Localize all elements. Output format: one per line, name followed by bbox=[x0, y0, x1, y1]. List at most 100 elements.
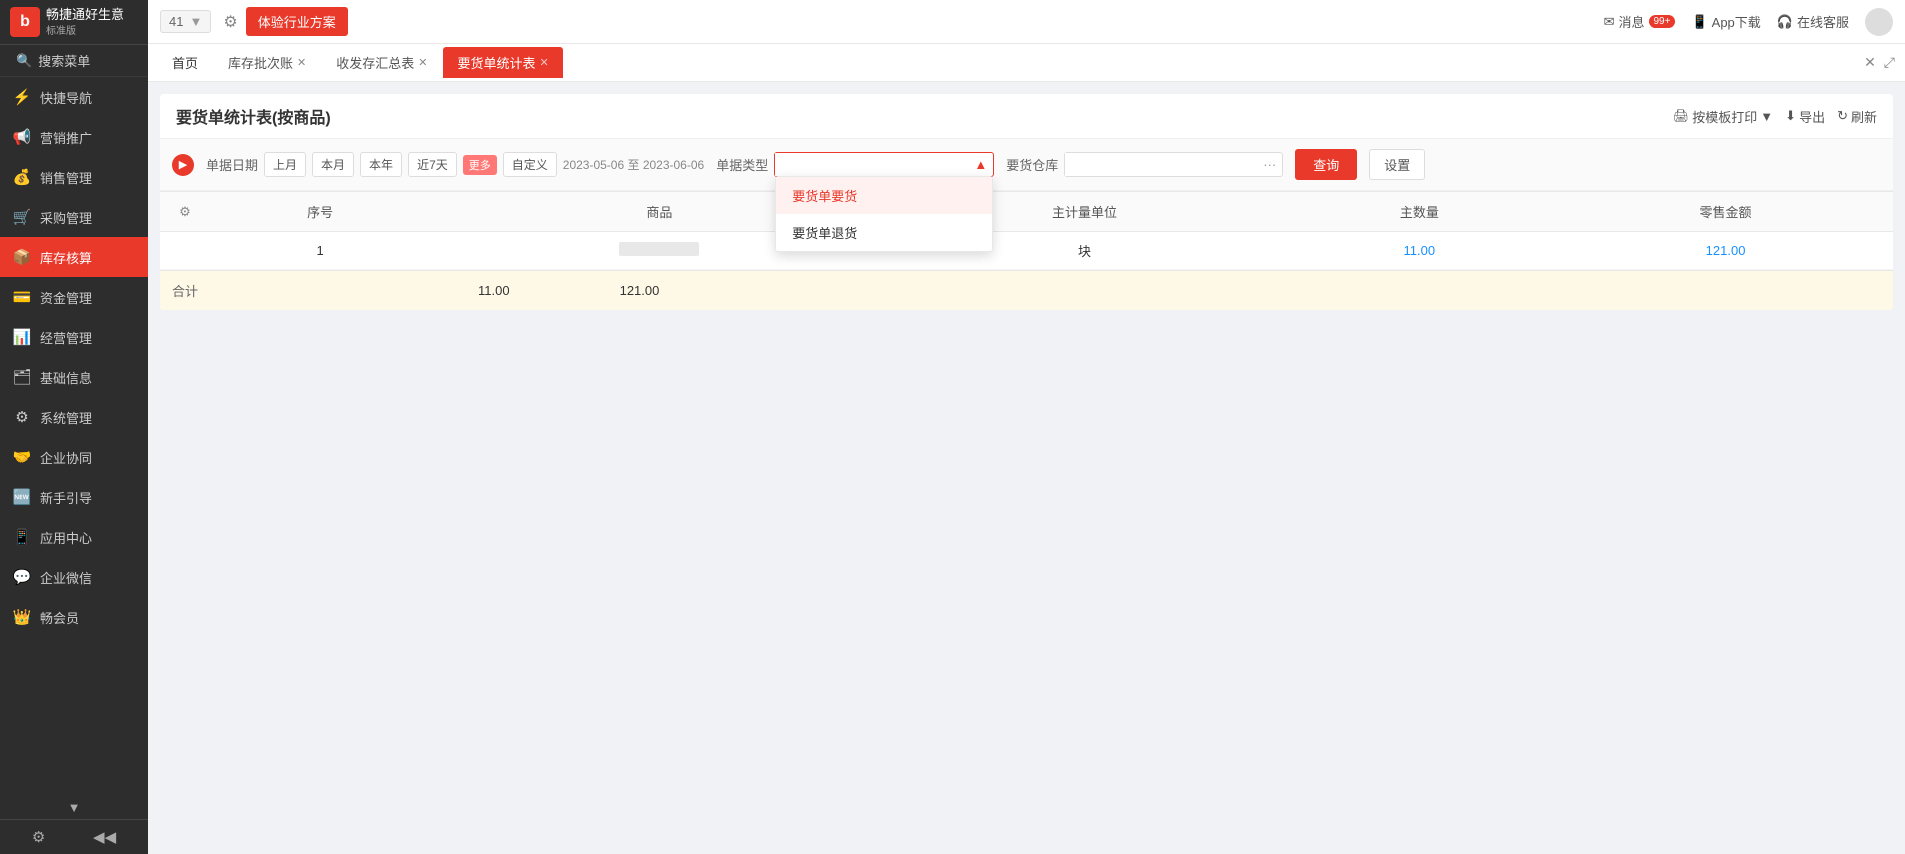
date-custom-btn[interactable]: 自定义 bbox=[503, 152, 557, 177]
type-dropdown[interactable]: ▲ 要货单要货 要货单退货 bbox=[774, 152, 994, 177]
quick-nav-icon: ⚡ bbox=[12, 87, 32, 107]
type-filter-group: 单据类型 ▲ 要货单要货 要货单退货 bbox=[716, 152, 994, 177]
sidebar-item-purchase[interactable]: 🛒 采购管理 bbox=[0, 197, 148, 237]
sidebar-item-member[interactable]: 👑 畅会员 bbox=[0, 597, 148, 637]
close-receive-summary-tab[interactable]: ✕ bbox=[418, 56, 427, 69]
export-icon: ⬇ bbox=[1785, 108, 1796, 124]
footer-qty: 11.00 bbox=[478, 283, 510, 298]
app-download-btn[interactable]: 📱 App下载 bbox=[1691, 12, 1760, 31]
type-option-order-return[interactable]: 要货单退货 bbox=[776, 214, 992, 251]
header-right: ✉ 消息 99+ 📱 App下载 🎧 在线客服 bbox=[1604, 8, 1893, 36]
top-header: 41 ▼ ⚙ 体验行业方案 ✉ 消息 99+ 📱 App下载 🎧 在线客服 bbox=[148, 0, 1905, 44]
footer-label: 合计 bbox=[172, 281, 198, 300]
sidebar-item-guide[interactable]: 🆕 新手引导 bbox=[0, 477, 148, 517]
tab-receive-summary[interactable]: 收发存汇总表 ✕ bbox=[322, 47, 441, 78]
filter-expand-btn[interactable]: ▶ bbox=[172, 154, 194, 176]
header-settings-icon[interactable]: ⚙ bbox=[223, 12, 237, 32]
online-service-btn[interactable]: 🎧 在线客服 bbox=[1777, 12, 1849, 31]
tab-inventory-batch[interactable]: 库存批次账 ✕ bbox=[214, 47, 320, 78]
sidebar-item-marketing[interactable]: 📢 营销推广 bbox=[0, 117, 148, 157]
date-this-month-btn[interactable]: 本月 bbox=[312, 152, 354, 177]
logo-name: 畅捷通好生意 bbox=[46, 7, 124, 23]
date-label: 单据日期 bbox=[206, 155, 258, 174]
data-table: ⚙ 序号 商品 主计量单位 主数量 零售金额 1 bbox=[160, 191, 1893, 270]
settings-button[interactable]: 设置 bbox=[1369, 149, 1425, 180]
sidebar-search[interactable]: 🔍 搜索菜单 bbox=[0, 45, 148, 77]
tab-home[interactable]: 首页 bbox=[158, 47, 212, 78]
message-icon: ✉ bbox=[1604, 14, 1615, 30]
page-body: 要货单统计表(按商品) 🖨 按模板打印 ▼ ⬇ 导出 ↻ 刷新 bbox=[148, 82, 1905, 854]
page-title: 要货单统计表(按商品) bbox=[176, 104, 331, 128]
sidebar-item-collab[interactable]: 🤝 企业协同 bbox=[0, 437, 148, 477]
sidebar-item-wechat[interactable]: 💬 企业微信 bbox=[0, 557, 148, 597]
product-name-placeholder bbox=[619, 242, 699, 256]
sales-icon: 💰 bbox=[12, 167, 32, 187]
warehouse-input[interactable] bbox=[1065, 153, 1257, 176]
basic-icon: 🗂 bbox=[12, 367, 32, 387]
table-settings-icon[interactable]: ⚙ bbox=[179, 204, 191, 219]
sidebar-settings-btn[interactable]: ⚙ bbox=[32, 828, 45, 846]
row-qty-cell: 11.00 bbox=[1281, 232, 1559, 270]
sidebar-item-appstore[interactable]: 📱 应用中心 bbox=[0, 517, 148, 557]
sidebar-item-ops[interactable]: 📊 经营管理 bbox=[0, 317, 148, 357]
close-inventory-batch-tab[interactable]: ✕ bbox=[297, 56, 306, 69]
close-order-stats-tab[interactable]: ✕ bbox=[540, 56, 549, 69]
query-button[interactable]: 查询 bbox=[1295, 149, 1357, 180]
guide-icon: 🆕 bbox=[12, 487, 32, 507]
col-num-header: 序号 bbox=[210, 192, 430, 232]
sidebar-collapse-btn[interactable]: ◀◀ bbox=[93, 828, 116, 846]
type-dropdown-arrow-icon[interactable]: ▲ bbox=[968, 153, 993, 176]
col-settings-header[interactable]: ⚙ bbox=[160, 192, 210, 232]
finance-icon: 💳 bbox=[12, 287, 32, 307]
sidebar: b 畅捷通好生意 标准版 🔍 搜索菜单 ⚡ 快捷导航 📢 营销推广 💰 销售管理… bbox=[0, 0, 148, 854]
date-more-tag[interactable]: 更多 bbox=[463, 155, 497, 175]
tab-order-stats[interactable]: 要货单统计表 ✕ bbox=[443, 47, 562, 78]
company-selector[interactable]: 41 ▼ bbox=[160, 10, 211, 33]
inventory-icon: 📦 bbox=[12, 247, 32, 267]
message-btn[interactable]: ✉ 消息 99+ bbox=[1604, 12, 1676, 31]
sidebar-item-sales[interactable]: 💰 销售管理 bbox=[0, 157, 148, 197]
type-option-order-goods[interactable]: 要货单要货 bbox=[776, 177, 992, 214]
purchase-icon: 🛒 bbox=[12, 207, 32, 227]
refresh-btn[interactable]: ↻ 刷新 bbox=[1837, 107, 1877, 126]
print-btn[interactable]: 🖨 按模板打印 ▼ bbox=[1673, 107, 1773, 126]
row-settings-cell bbox=[160, 232, 210, 270]
row-amount-value[interactable]: 121.00 bbox=[1706, 243, 1746, 258]
row-qty-value[interactable]: 11.00 bbox=[1404, 243, 1436, 258]
warehouse-dropdown[interactable]: ··· bbox=[1064, 152, 1283, 177]
main-content: 41 ▼ ⚙ 体验行业方案 ✉ 消息 99+ 📱 App下载 🎧 在线客服 bbox=[148, 0, 1905, 854]
app-icon: 📱 bbox=[1691, 14, 1707, 30]
table-row: 1 块 11.00 121.00 bbox=[160, 232, 1893, 270]
date-last-month-btn[interactable]: 上月 bbox=[264, 152, 306, 177]
collab-icon: 🤝 bbox=[12, 447, 32, 467]
refresh-icon: ↻ bbox=[1837, 108, 1848, 124]
warehouse-more-icon[interactable]: ··· bbox=[1257, 153, 1282, 176]
user-avatar[interactable] bbox=[1865, 8, 1893, 36]
sidebar-item-system[interactable]: ⚙ 系统管理 bbox=[0, 397, 148, 437]
service-icon: 🎧 bbox=[1777, 14, 1793, 30]
table-footer: 合计 11.00 121.00 bbox=[160, 270, 1893, 310]
type-input[interactable] bbox=[775, 153, 968, 176]
sidebar-item-basic[interactable]: 🗂 基础信息 bbox=[0, 357, 148, 397]
date-7days-btn[interactable]: 近7天 bbox=[408, 152, 457, 177]
col-amount-header: 零售金额 bbox=[1558, 192, 1893, 232]
sidebar-scroll-down[interactable]: ▼ bbox=[0, 795, 148, 819]
row-amount-cell: 121.00 bbox=[1558, 232, 1893, 270]
export-btn[interactable]: ⬇ 导出 bbox=[1785, 107, 1825, 126]
warehouse-filter-group: 要货仓库 ··· bbox=[1006, 152, 1283, 177]
close-all-tabs-btn[interactable]: ✕ bbox=[1864, 54, 1876, 71]
expand-tabs-btn[interactable]: ⤢ bbox=[1884, 54, 1895, 71]
sidebar-item-quick-nav[interactable]: ⚡ 快捷导航 bbox=[0, 77, 148, 117]
wechat-icon: 💬 bbox=[12, 567, 32, 587]
date-this-year-btn[interactable]: 本年 bbox=[360, 152, 402, 177]
card-actions: 🖨 按模板打印 ▼ ⬇ 导出 ↻ 刷新 bbox=[1673, 107, 1877, 126]
marketing-icon: 📢 bbox=[12, 127, 32, 147]
trial-button[interactable]: 体验行业方案 bbox=[246, 7, 348, 36]
search-icon: 🔍 bbox=[16, 53, 32, 69]
sidebar-logo: b 畅捷通好生意 标准版 bbox=[0, 0, 148, 45]
sidebar-item-finance[interactable]: 💳 资金管理 bbox=[0, 277, 148, 317]
logo-sub: 标准版 bbox=[46, 22, 124, 37]
footer-amount: 121.00 bbox=[620, 283, 660, 298]
header-left: 41 ▼ ⚙ 体验行业方案 bbox=[160, 7, 348, 36]
sidebar-item-inventory[interactable]: 📦 库存核算 bbox=[0, 237, 148, 277]
